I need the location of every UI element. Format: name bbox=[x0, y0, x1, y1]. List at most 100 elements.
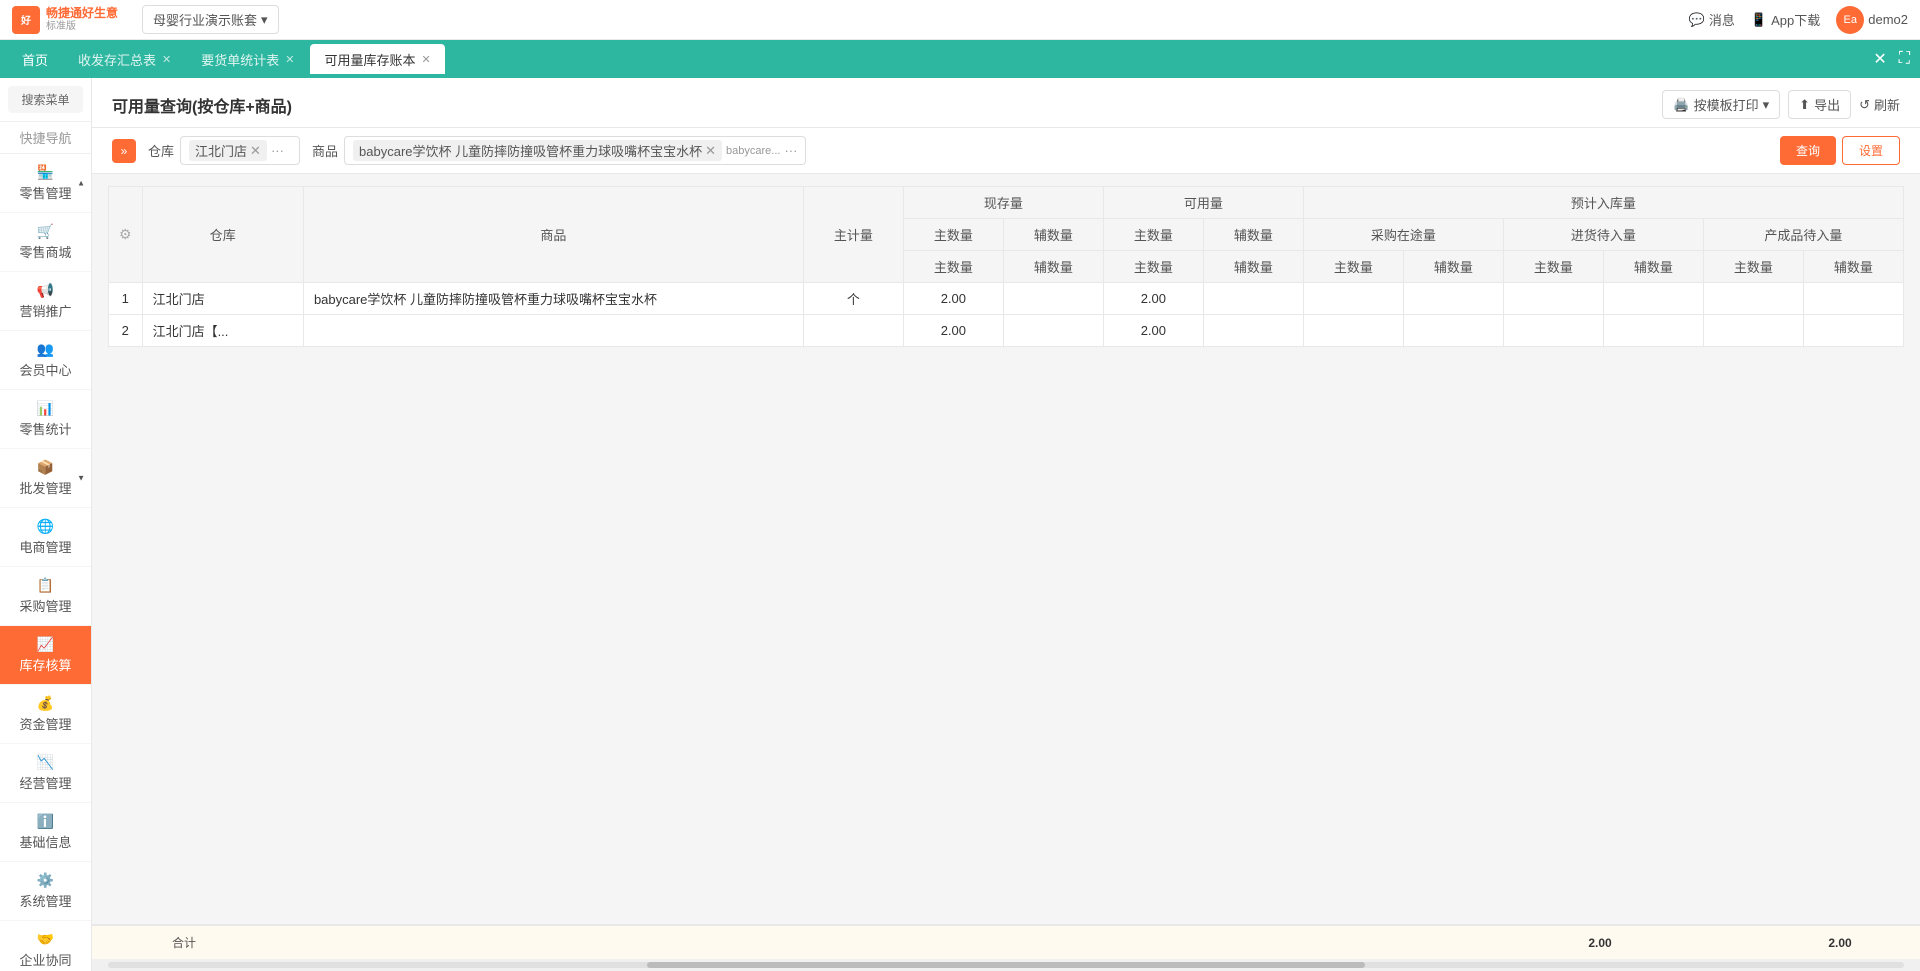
wholesale-mgmt-icon: 📦 bbox=[37, 459, 54, 476]
cell-unit-1 bbox=[803, 315, 903, 347]
content-area: 可用量查询(按仓库+商品) 🖨️ 按模板打印 ▾ ⬆ 导出 ↺ 刷新 » bbox=[92, 78, 1920, 971]
sidebar-item-marketing[interactable]: 📢 营销推广 bbox=[0, 272, 91, 331]
message-button[interactable]: 💬 消息 bbox=[1689, 10, 1735, 29]
query-button[interactable]: 查询 bbox=[1780, 136, 1836, 165]
table-settings-icon[interactable]: ⚙ bbox=[119, 226, 132, 242]
inventory-label: 库存核算 bbox=[19, 655, 71, 674]
sidebar-item-operations[interactable]: 📉 经营管理 bbox=[0, 744, 91, 803]
app-icon: 📱 bbox=[1751, 12, 1767, 28]
cell-prod-aux-0 bbox=[1803, 283, 1903, 315]
retail-mall-icon: 🛒 bbox=[37, 223, 54, 240]
cell-pur-main-1 bbox=[1303, 315, 1403, 347]
sidebar-item-purchase[interactable]: 📋 采购管理 bbox=[0, 567, 91, 626]
refresh-button[interactable]: ↺ 刷新 bbox=[1859, 95, 1900, 114]
top-bar-right: 💬 消息 📱 App下载 Ea demo2 bbox=[1689, 6, 1908, 34]
scrollbar-area bbox=[92, 959, 1920, 971]
filter-toggle-button[interactable]: » bbox=[112, 139, 136, 163]
th-cs-main: 主数量 bbox=[903, 251, 1003, 283]
th-avail-aux-qty: 辅数量 bbox=[1203, 219, 1303, 251]
cell-avail-main-1: 2.00 bbox=[1103, 315, 1203, 347]
page-header: 可用量查询(按仓库+商品) 🖨️ 按模板打印 ▾ ⬆ 导出 ↺ 刷新 bbox=[92, 78, 1920, 128]
nav-tabs: 首页 收发存汇总表 ✕ 要货单统计表 ✕ 可用量库存账本 ✕ ✕ ⛶ bbox=[0, 40, 1920, 78]
warehouse-filter-value[interactable]: 江北门店 ✕ ··· bbox=[180, 136, 300, 165]
sidebar: 搜索菜单 快捷导航 🏪 零售管理 🛒 零售商城 📢 营销推广 👥 会员中心 📊 … bbox=[0, 78, 92, 971]
close-order-stats-icon[interactable]: ✕ bbox=[285, 53, 294, 66]
template-print-chevron-icon: ▾ bbox=[1763, 97, 1770, 113]
fullscreen-icon[interactable]: ⛶ bbox=[1897, 48, 1912, 70]
sidebar-item-basic-info[interactable]: ℹ️ 基础信息 bbox=[0, 803, 91, 862]
avatar: Ea bbox=[1836, 6, 1864, 34]
main-layout: 搜索菜单 快捷导航 🏪 零售管理 🛒 零售商城 📢 营销推广 👥 会员中心 📊 … bbox=[0, 78, 1920, 971]
close-receive-summary-icon[interactable]: ✕ bbox=[162, 53, 171, 66]
basic-info-label: 基础信息 bbox=[19, 832, 71, 851]
footer-values: 2.00 2.00 bbox=[980, 936, 1900, 950]
cell-curr-aux-1 bbox=[1003, 315, 1103, 347]
sidebar-item-ecommerce[interactable]: 🌐 电商管理 bbox=[0, 508, 91, 567]
industry-selector-label: 母婴行业演示账套 bbox=[153, 10, 257, 29]
cell-inc-main-0 bbox=[1503, 283, 1603, 315]
system-label: 系统管理 bbox=[19, 891, 71, 910]
scrollbar-track bbox=[108, 962, 1904, 968]
industry-selector[interactable]: 母婴行业演示账套 ▾ bbox=[142, 5, 279, 34]
warehouse-filter-field: 仓库 江北门店 ✕ ··· bbox=[148, 136, 300, 165]
product-filter-value[interactable]: babycare学饮杯 儿童防摔防撞吸管杯重力球吸嘴杯宝宝水杯 ✕ babyca… bbox=[344, 136, 806, 165]
message-icon: 💬 bbox=[1689, 12, 1705, 28]
product-tag-remove-icon[interactable]: ✕ bbox=[705, 143, 716, 159]
th-avail-main-qty: 主数量 bbox=[1103, 219, 1203, 251]
finance-label: 资金管理 bbox=[19, 714, 71, 733]
sidebar-item-member-center[interactable]: 👥 会员中心 bbox=[0, 331, 91, 390]
th-pur-main: 主数量 bbox=[1303, 251, 1403, 283]
tab-available-stock[interactable]: 可用量库存账本 ✕ bbox=[310, 44, 444, 74]
close-available-stock-icon[interactable]: ✕ bbox=[422, 53, 431, 66]
logo-text: 畅捷通好生意 标准版 bbox=[46, 6, 118, 32]
app-download-button[interactable]: 📱 App下载 bbox=[1751, 10, 1820, 29]
marketing-icon: 📢 bbox=[37, 282, 54, 299]
tab-receive-summary[interactable]: 收发存汇总表 ✕ bbox=[64, 44, 185, 74]
tab-order-stats[interactable]: 要货单统计表 ✕ bbox=[187, 44, 308, 74]
sidebar-item-retail-mall[interactable]: 🛒 零售商城 bbox=[0, 213, 91, 272]
table-footer: 合计 2.00 2.00 bbox=[92, 924, 1920, 959]
th-planned-inbound: 预计入库量 bbox=[1303, 187, 1903, 219]
top-bar: 好 畅捷通好生意 标准版 母婴行业演示账套 ▾ 💬 消息 📱 App下载 Ea … bbox=[0, 0, 1920, 40]
product-tag: babycare学饮杯 儿童防摔防撞吸管杯重力球吸嘴杯宝宝水杯 ✕ bbox=[353, 140, 722, 161]
sidebar-item-inventory[interactable]: 📈 库存核算 bbox=[0, 626, 91, 685]
system-icon: ⚙️ bbox=[37, 872, 54, 889]
tab-home[interactable]: 首页 bbox=[8, 44, 62, 74]
table-row: 2 江北门店【... 2.00 2.00 bbox=[109, 315, 1904, 347]
cell-prod-main-0 bbox=[1703, 283, 1803, 315]
export-button[interactable]: ⬆ 导出 bbox=[1788, 90, 1851, 119]
filter-actions: 查询 设置 bbox=[1780, 136, 1900, 165]
operations-icon: 📉 bbox=[37, 754, 54, 771]
cell-avail-aux-0 bbox=[1203, 283, 1303, 315]
sidebar-item-retail-stats[interactable]: 📊 零售统计 bbox=[0, 390, 91, 449]
message-label: 消息 bbox=[1709, 10, 1735, 29]
warehouse-tag-remove-icon[interactable]: ✕ bbox=[250, 143, 261, 159]
cell-seq-0: 1 bbox=[109, 283, 143, 315]
user-label: demo2 bbox=[1868, 12, 1908, 27]
sidebar-item-retail-mgmt[interactable]: 🏪 零售管理 bbox=[0, 154, 91, 213]
cell-unit-0: 个 bbox=[803, 283, 903, 315]
search-menu-button[interactable]: 搜索菜单 bbox=[8, 86, 83, 113]
cell-pur-main-0 bbox=[1303, 283, 1403, 315]
printer-icon: 🖨️ bbox=[1673, 97, 1689, 113]
cell-pur-aux-1 bbox=[1403, 315, 1503, 347]
close-all-tabs-icon[interactable]: ✕ bbox=[1871, 47, 1888, 71]
template-print-label: 按模板打印 bbox=[1694, 95, 1759, 114]
home-tab-label: 首页 bbox=[22, 50, 48, 69]
quick-nav-label: 快捷导航 bbox=[19, 131, 71, 146]
th-current-main-qty: 主数量 bbox=[903, 219, 1003, 251]
settings-button[interactable]: 设置 bbox=[1842, 136, 1900, 165]
template-print-button[interactable]: 🖨️ 按模板打印 ▾ bbox=[1662, 90, 1780, 119]
scrollbar-thumb[interactable] bbox=[647, 962, 1365, 968]
th-available-qty: 可用量 bbox=[1103, 187, 1303, 219]
sidebar-item-enterprise[interactable]: 🤝 企业协同 bbox=[0, 921, 91, 971]
logo-icon: 好 bbox=[12, 6, 40, 34]
sidebar-item-system[interactable]: ⚙️ 系统管理 bbox=[0, 862, 91, 921]
user-area[interactable]: Ea demo2 bbox=[1836, 6, 1908, 34]
th-settings: ⚙ bbox=[109, 187, 143, 283]
retail-stats-icon: 📊 bbox=[37, 400, 54, 417]
ecommerce-label: 电商管理 bbox=[19, 537, 71, 556]
sidebar-item-wholesale-mgmt[interactable]: 📦 批发管理 bbox=[0, 449, 91, 508]
cell-product-1 bbox=[303, 315, 803, 347]
sidebar-item-finance[interactable]: 💰 资金管理 bbox=[0, 685, 91, 744]
